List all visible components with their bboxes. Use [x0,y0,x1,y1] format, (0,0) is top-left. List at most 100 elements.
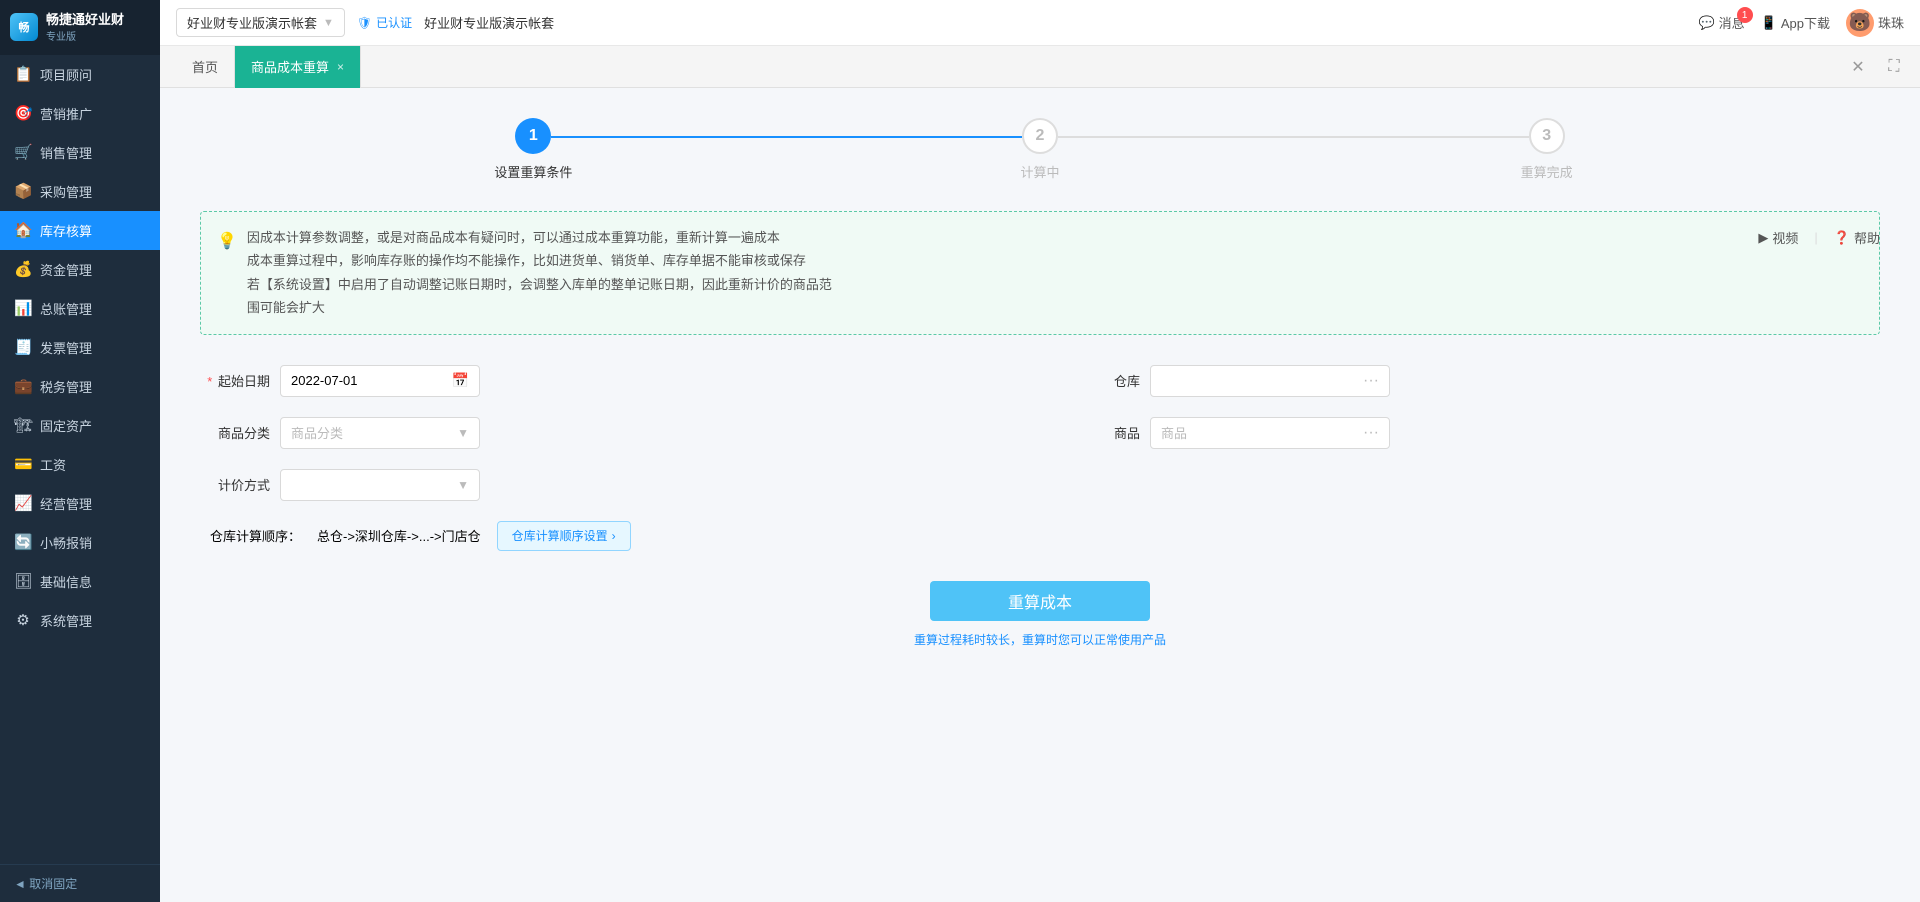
recalc-hint: 重算过程耗时较长，重算时您可以正常使用产品 [914,631,1166,648]
sidebar-item-label: 经营管理 [40,494,92,513]
tab-recalc[interactable]: 商品成本重算 × [235,46,361,88]
warehouse-input[interactable]: ··· [1150,365,1390,397]
video-label: 视频 [1772,228,1798,247]
company-name: 好业财专业版演示帐套 [424,13,554,32]
start-date-value: 2022-07-01 [291,373,358,388]
pricing-chevron-icon: ▼ [457,478,469,492]
sidebar-item-system[interactable]: ⚙ 系统管理 [0,601,160,640]
username: 珠珠 [1878,13,1904,32]
tab-close-button[interactable]: × [337,60,344,74]
step-1: 1 设置重算条件 [280,118,787,181]
tab-recalc-label: 商品成本重算 [251,57,329,76]
close-window-button[interactable]: ✕ [1844,53,1872,81]
info-line2: 成本重算过程中，影响库存账的操作均不能操作，比如进货单、销货单、库存单据不能审核… [247,249,832,272]
sidebar-item-tax[interactable]: 💼 税务管理 [0,367,160,406]
avatar: 🐻 [1846,9,1874,37]
sidebar-item-expense[interactable]: 🔄 小畅报销 [0,523,160,562]
maximize-window-button[interactable]: ⛶ [1880,53,1908,81]
recalc-button[interactable]: 重算成本 [930,581,1150,621]
goods-more-icon: ··· [1363,424,1379,442]
inventory-icon: 🏠 [14,221,32,239]
sidebar-item-sales[interactable]: 🛒 销售管理 [0,133,160,172]
pricing-label: 计价方式 [200,475,270,494]
message-button[interactable]: 💬 消息 1 [1698,13,1744,32]
form-row-1: * 起始日期 2022-07-01 📅 仓库 ··· [200,365,1880,397]
step-1-label: 设置重算条件 [494,162,572,181]
sidebar-item-label: 基础信息 [40,572,92,591]
arrow-right-icon: › [612,529,616,543]
warehouse-order-section: 仓库计算顺序： 总仓->深圳仓库->...->门店仓 仓库计算顺序设置 › [200,521,1880,551]
user-menu[interactable]: 🐻 珠珠 [1846,9,1904,37]
tab-home-label: 首页 [192,57,218,76]
sidebar-item-label: 固定资产 [40,416,92,435]
tab-home[interactable]: 首页 [176,46,235,88]
accounting-icon: 📊 [14,299,32,317]
salary-icon: 💳 [14,455,32,473]
sidebar-item-label: 总账管理 [40,299,92,318]
expense-icon: 🔄 [14,533,32,551]
app-download-button[interactable]: 📱 App下载 [1761,13,1830,32]
start-date-field: * 起始日期 2022-07-01 📅 [200,365,1010,397]
assets-icon: 🏗 [14,416,32,434]
pricing-field: 计价方式 ▼ [200,469,1880,501]
sidebar-header: 畅 畅捷通好业财 专业版 [0,0,160,55]
message-badge: 1 [1737,7,1753,23]
category-select[interactable]: 商品分类 ▼ [280,417,480,449]
steps-container: 1 设置重算条件 2 计算中 3 重算完成 [200,118,1880,181]
phone-icon: 📱 [1761,15,1777,31]
main-area: 好业财专业版演示帐套 ▼ 🛡 已认证 好业财专业版演示帐套 💬 消息 1 📱 A… [160,0,1920,902]
operation-icon: 📈 [14,494,32,512]
video-help-link[interactable]: ▶ 视频 [1758,228,1798,247]
sidebar-item-marketing[interactable]: 🎯 营销推广 [0,94,160,133]
sidebar-item-label: 小畅报销 [40,533,92,552]
shield-icon: 🛡 [357,16,372,30]
unpin-button[interactable]: ◄ 取消固定 [0,864,160,902]
info-line3: 若【系统设置】中启用了自动调整记账日期时，会调整入库单的整单记账日期，因此重新计… [247,273,832,296]
purchase-icon: 📦 [14,182,32,200]
sidebar-item-project[interactable]: 📋 项目顾问 [0,55,160,94]
sidebar-item-salary[interactable]: 💳 工资 [0,445,160,484]
sidebar-item-label: 发票管理 [40,338,92,357]
project-icon: 📋 [14,65,32,83]
app-subtitle: 专业版 [46,28,124,43]
sidebar-item-operation[interactable]: 📈 经营管理 [0,484,160,523]
category-field: 商品分类 商品分类 ▼ [200,417,1010,449]
sidebar-item-label: 项目顾问 [40,65,92,84]
app-title: 畅捷通好业财 [46,12,124,28]
warehouse-order-settings-button[interactable]: 仓库计算顺序设置 › [497,521,631,551]
step-2: 2 计算中 [787,118,1294,181]
goods-input[interactable]: 商品 ··· [1150,417,1390,449]
help-link[interactable]: ❓ 帮助 [1834,228,1880,247]
sidebar-item-purchase[interactable]: 📦 采购管理 [0,172,160,211]
warehouse-field: 仓库 ··· [1010,365,1880,397]
invoice-icon: 🧾 [14,338,32,356]
topbar-right: 💬 消息 1 📱 App下载 🐻 珠珠 [1698,9,1904,37]
tabbar: 首页 商品成本重算 × ✕ ⛶ [160,46,1920,88]
sidebar-item-invoice[interactable]: 🧾 发票管理 [0,328,160,367]
sidebar-item-label: 系统管理 [40,611,92,630]
sidebar-item-finance[interactable]: 💰 资金管理 [0,250,160,289]
account-selector[interactable]: 好业财专业版演示帐套 ▼ [176,8,345,37]
helpers: ▶ 视频 | ❓ 帮助 [1758,228,1880,247]
start-date-input[interactable]: 2022-07-01 📅 [280,365,480,397]
sidebar-item-basic[interactable]: 🗄 基础信息 [0,562,160,601]
sidebar-item-label: 税务管理 [40,377,92,396]
finance-icon: 💰 [14,260,32,278]
form-section: * 起始日期 2022-07-01 📅 仓库 ··· [200,365,1880,501]
step-1-circle: 1 [515,118,551,154]
question-icon: ❓ [1834,230,1850,246]
info-line1: 因成本计算参数调整，或是对商品成本有疑问时，可以通过成本重算功能，重新计算一遍成… [247,226,832,249]
basic-icon: 🗄 [14,572,32,590]
required-star: * [207,374,212,389]
sidebar-item-accounting[interactable]: 📊 总账管理 [0,289,160,328]
sidebar-item-label: 工资 [40,455,66,474]
sidebar-item-inventory[interactable]: 🏠 库存核算 [0,211,160,250]
sidebar-item-assets[interactable]: 🏗 固定资产 [0,406,160,445]
verified-badge: 🛡 已认证 [357,14,412,31]
marketing-icon: 🎯 [14,104,32,122]
category-placeholder: 商品分类 [291,423,343,442]
topbar: 好业财专业版演示帐套 ▼ 🛡 已认证 好业财专业版演示帐套 💬 消息 1 📱 A… [160,0,1920,46]
pricing-select[interactable]: ▼ [280,469,480,501]
form-row-2: 商品分类 商品分类 ▼ 商品 商品 ··· [200,417,1880,449]
goods-label: 商品 [1070,423,1140,442]
